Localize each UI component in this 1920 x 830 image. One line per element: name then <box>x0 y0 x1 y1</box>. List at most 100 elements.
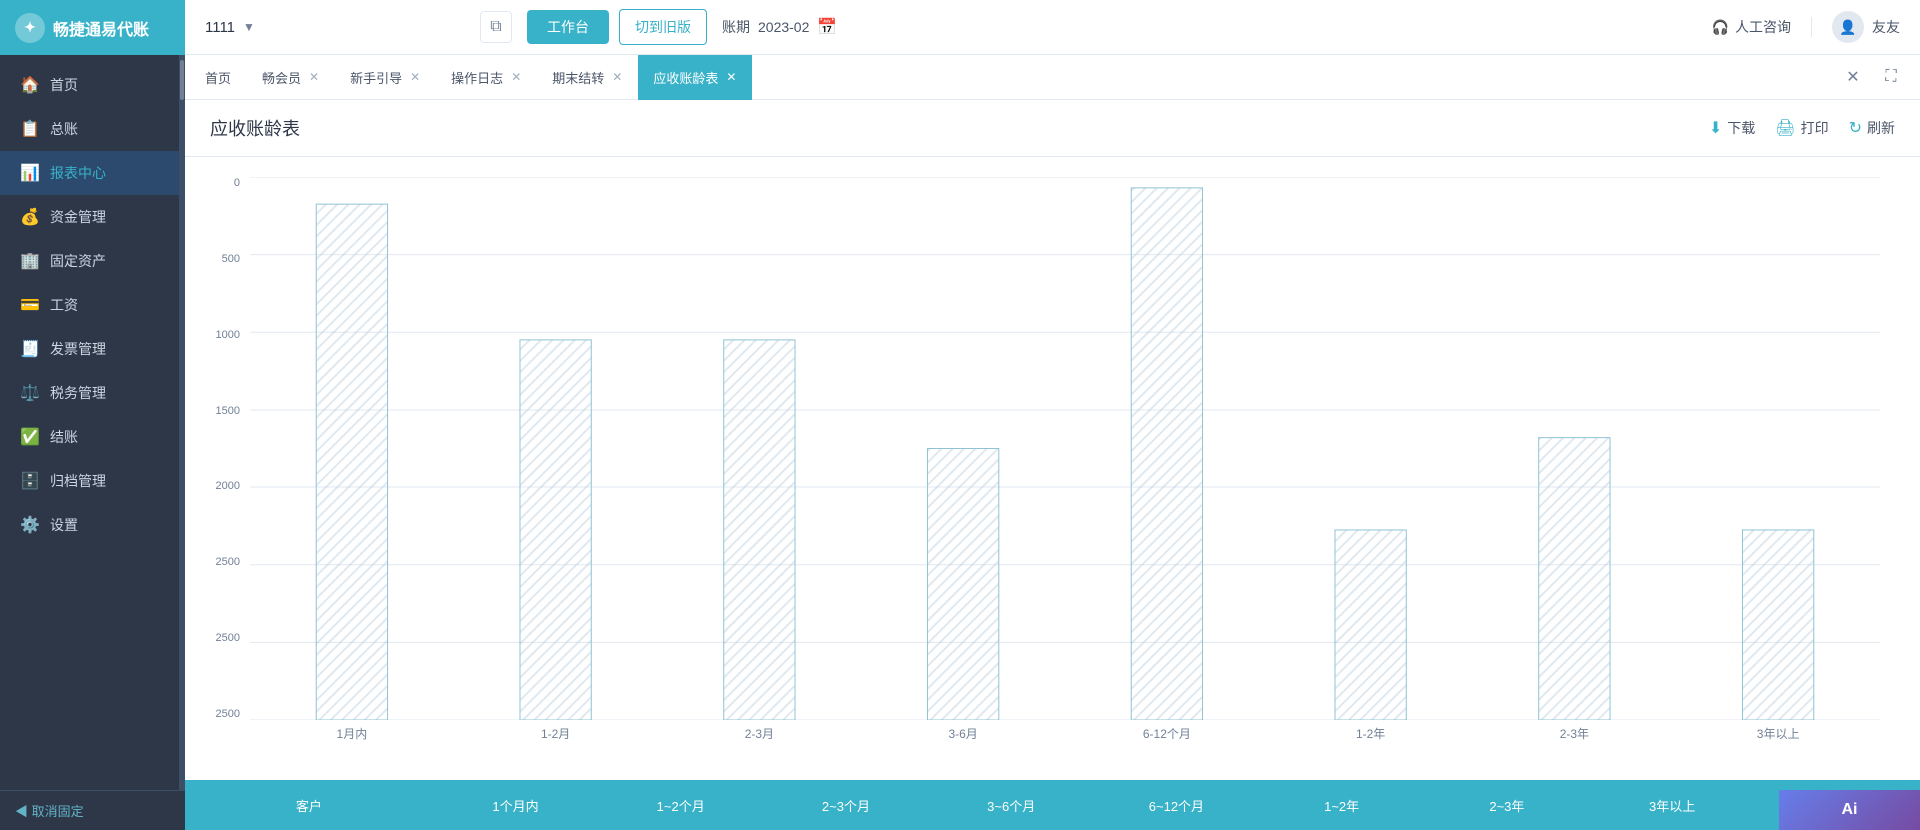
tab-label: 期末结转 <box>552 68 604 87</box>
bar-5 <box>1335 530 1406 720</box>
switch-old-button[interactable]: 切到旧版 <box>619 9 707 45</box>
assets-icon: 🏢 <box>20 251 40 271</box>
bar-1 <box>520 340 591 720</box>
x-label-3yplus: 3年以上 <box>1676 725 1880 742</box>
tab-close-icon[interactable]: ✕ <box>726 70 736 84</box>
payroll-icon: 💳 <box>20 295 40 315</box>
header-divider <box>1811 17 1812 37</box>
ai-label: Ai <box>1842 801 1858 819</box>
bar-2 <box>724 340 795 720</box>
checkout-icon: ✅ <box>20 427 40 447</box>
sidebar-item-assets[interactable]: 🏢固定资产 <box>0 239 185 283</box>
download-label: 下载 <box>1727 118 1755 138</box>
tab-close-icon[interactable]: ✕ <box>309 70 319 84</box>
period-display: 账期 2023-02 📅 <box>722 17 837 37</box>
download-button[interactable]: ⬇ 下载 <box>1709 118 1755 138</box>
table-header-col-0: 客户 <box>185 796 433 815</box>
y-label-500: 500 <box>222 253 240 265</box>
period-label: 账期 <box>722 17 750 37</box>
table-header-col-8: 3年以上 <box>1590 796 1755 815</box>
main-area: 1111 ▼ ⧉ 工作台 切到旧版 账期 2023-02 📅 🎧 人工咨询 👤 … <box>185 0 1920 830</box>
x-label-6-12m: 6-12个月 <box>1065 725 1269 742</box>
sidebar-item-reports[interactable]: 📊报表中心 <box>0 151 185 195</box>
company-name: 1111 <box>205 19 235 36</box>
tabs-container: 首页畅会员✕新手引导✕操作日志✕期末结转✕应收账龄表✕ <box>190 55 1839 99</box>
sidebar-nav: 🏠 首页 📋总账📊报表中心💰资金管理🏢固定资产 💳 工资 🧾发票管理⚖️税务管理 ✅ 结账 🗄️… <box>0 55 185 790</box>
sidebar-item-ledger[interactable]: 📋总账 <box>0 107 185 151</box>
x-label-1-2y: 1-2年 <box>1269 725 1473 742</box>
chart-container: 2500 2500 2500 2000 1500 1000 500 0 <box>205 177 1900 760</box>
nav-label: 首页 <box>50 75 78 95</box>
home-icon: 🏠 <box>20 75 40 95</box>
tab-member[interactable]: 畅会员✕ <box>247 55 335 100</box>
tab-close-icon[interactable]: ✕ <box>410 70 420 84</box>
x-label-2-3y: 2-3年 <box>1473 725 1677 742</box>
calendar-icon[interactable]: 📅 <box>817 17 837 37</box>
tab-aging[interactable]: 应收账龄表 ✕ <box>638 55 752 100</box>
y-label-2000: 2000 <box>216 480 240 492</box>
header-right: 🎧 人工咨询 👤 友友 <box>1712 11 1900 43</box>
support-button[interactable]: 🎧 人工咨询 <box>1712 17 1791 37</box>
nav-label: 报表中心 <box>50 163 106 183</box>
x-label-1-2m: 1-2月 <box>454 725 658 742</box>
user-menu[interactable]: 👤 友友 <box>1832 11 1900 43</box>
table-header-col-5: 6~12个月 <box>1094 796 1259 815</box>
tab-label: 应收账龄表 <box>653 68 718 87</box>
nav-label: 设置 <box>50 515 78 535</box>
print-label: 打印 <box>1801 118 1829 138</box>
sidebar-item-archive[interactable]: 🗄️归档管理 <box>0 459 185 503</box>
sidebar-item-tax[interactable]: ⚖️税务管理 <box>0 371 185 415</box>
nav-label: 结账 <box>50 427 78 447</box>
page-header: 应收账龄表 ⬇ 下载 🖨 打印 ↻ 刷新 <box>185 100 1920 157</box>
logo-icon: ✦ <box>15 13 45 43</box>
refresh-icon: ↻ <box>1849 118 1862 138</box>
bar-4 <box>1131 188 1202 720</box>
nav-label: 工资 <box>50 295 78 315</box>
period-value: 2023-02 <box>758 19 809 35</box>
x-label-1m: 1月内 <box>250 725 454 742</box>
sidebar-bottom-btn[interactable]: ◀ 取消固定 <box>0 790 185 830</box>
tab-log[interactable]: 操作日志✕ <box>436 55 537 100</box>
y-label-2500c: 2500 <box>216 708 240 720</box>
company-dropdown-icon[interactable]: ▼ <box>243 20 255 34</box>
y-label-1500: 1500 <box>216 405 240 417</box>
tab-home[interactable]: 首页 <box>190 55 247 100</box>
chart-svg-wrapper <box>250 177 1880 720</box>
company-selector[interactable]: 1111 ▼ <box>205 19 465 36</box>
print-button[interactable]: 🖨 打印 <box>1775 118 1828 138</box>
bar-0 <box>316 204 387 720</box>
tab-close-icon[interactable]: ✕ <box>612 70 622 84</box>
sidebar: ✦ 畅捷通易代账 🏠首页📋总账📊报表中心💰资金管理🏢固定资产💳工资🧾发票管理⚖️… <box>0 0 185 830</box>
ledger-icon: 📋 <box>20 119 40 139</box>
table-header-col-2: 1~2个月 <box>598 796 763 815</box>
sidebar-item-checkout[interactable]: ✅ 结账 <box>0 415 185 459</box>
invoice-icon: 🧾 <box>20 339 40 359</box>
sidebar-item-payroll[interactable]: 💳 工资 <box>0 283 185 327</box>
bar-6 <box>1539 438 1610 720</box>
user-avatar-icon: 👤 <box>1832 11 1864 43</box>
refresh-button[interactable]: ↻ 刷新 <box>1849 118 1895 138</box>
tab-label: 新手引导 <box>350 68 402 87</box>
tab-guide[interactable]: 新手引导 ✕ <box>335 55 436 100</box>
funds-icon: 💰 <box>20 207 40 227</box>
y-label-0: 0 <box>234 177 240 189</box>
tabs-bar: 首页畅会员✕新手引导✕操作日志✕期末结转✕应收账龄表✕ ✕ ⛶ <box>185 55 1920 100</box>
close-tab-button[interactable]: ✕ <box>1839 63 1867 91</box>
refresh-label: 刷新 <box>1867 118 1895 138</box>
workbench-button[interactable]: 工作台 <box>527 10 609 44</box>
download-icon: ⬇ <box>1709 118 1722 138</box>
sidebar-item-funds[interactable]: 💰资金管理 <box>0 195 185 239</box>
settings-icon: ⚙️ <box>20 515 40 535</box>
tab-label: 首页 <box>205 68 231 87</box>
table-header-col-3: 2~3个月 <box>763 796 928 815</box>
sidebar-item-settings[interactable]: ⚙️ 设置 <box>0 503 185 547</box>
table-header-col-1: 1个月内 <box>433 796 598 815</box>
maximize-tab-button[interactable]: ⛶ <box>1877 63 1905 91</box>
sidebar-item-invoice[interactable]: 🧾发票管理 <box>0 327 185 371</box>
y-label-2500a: 2500 <box>216 556 240 568</box>
sidebar-item-home[interactable]: 🏠 首页 <box>0 63 185 107</box>
tab-close-icon[interactable]: ✕ <box>511 70 521 84</box>
tab-period_end[interactable]: 期末结转 ✕ <box>537 55 638 100</box>
copy-icon[interactable]: ⧉ <box>480 11 512 43</box>
ai-badge[interactable]: Ai <box>1779 790 1920 830</box>
